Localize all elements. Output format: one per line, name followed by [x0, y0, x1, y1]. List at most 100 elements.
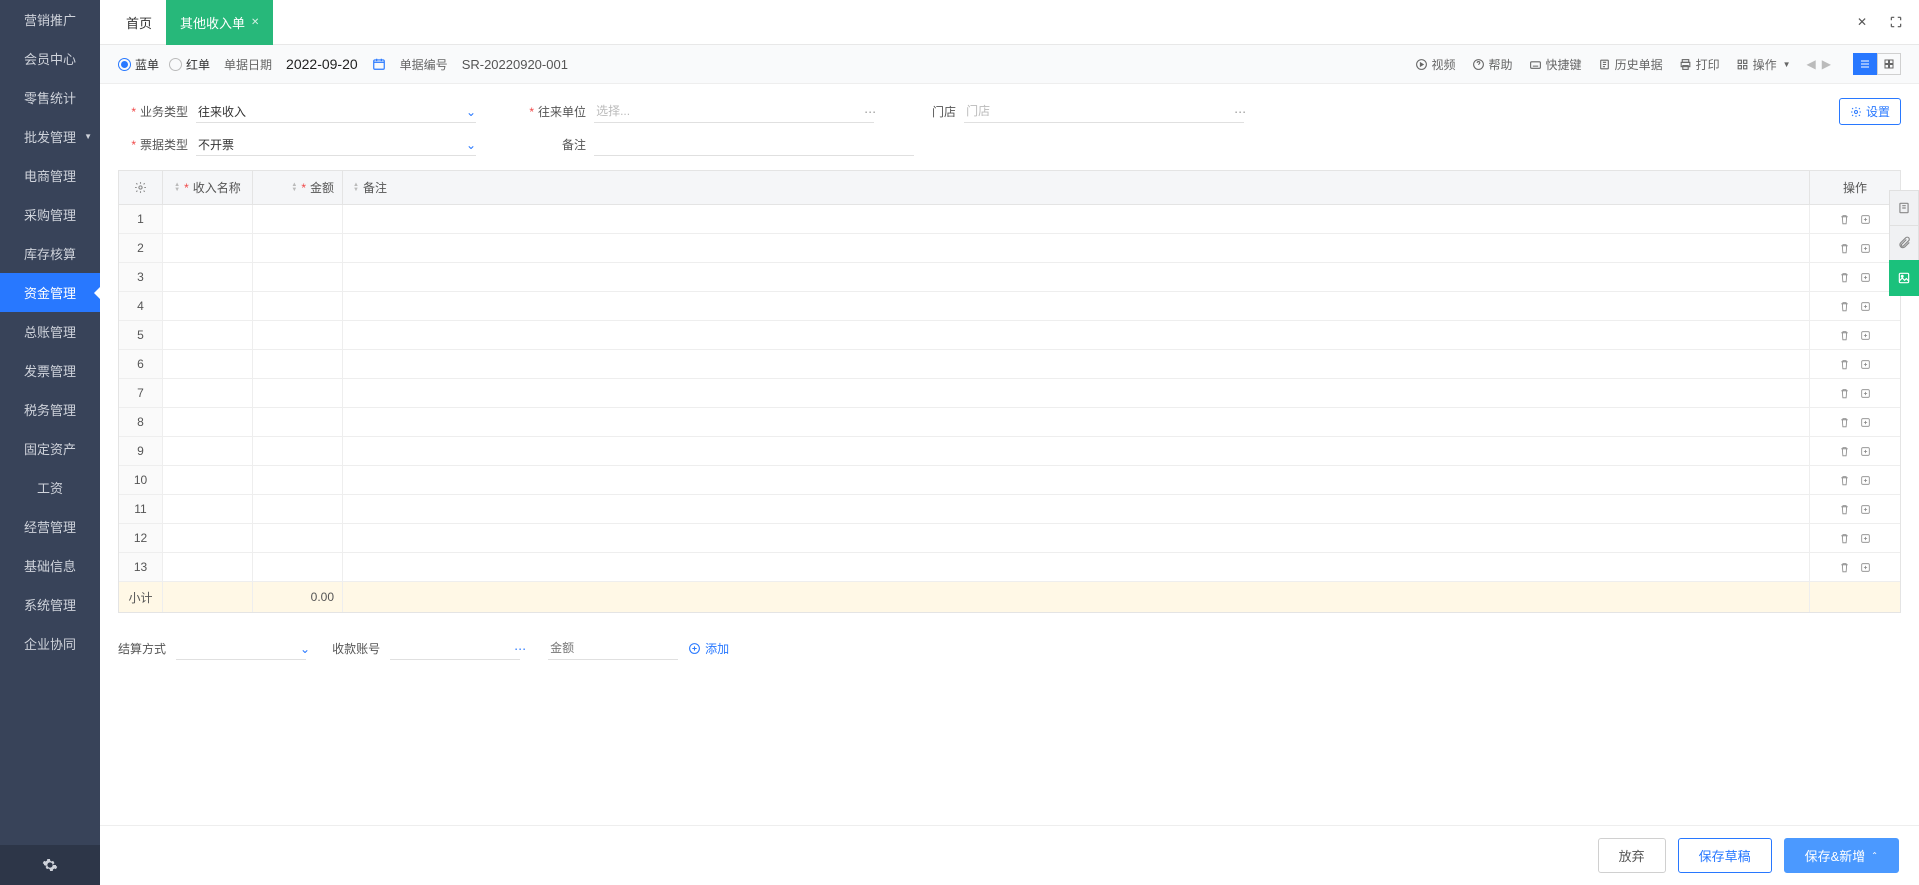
- toolbar-help[interactable]: 帮助: [1472, 56, 1513, 73]
- toolbar-shortcut[interactable]: 快捷键: [1529, 56, 1582, 73]
- delete-icon[interactable]: [1838, 474, 1851, 487]
- settle-method-input[interactable]: [176, 637, 306, 660]
- delete-icon[interactable]: [1838, 358, 1851, 371]
- sidebar-settings[interactable]: [0, 845, 100, 885]
- tab-home[interactable]: 首页: [112, 0, 166, 45]
- store-input[interactable]: [964, 100, 1244, 123]
- cell-amount[interactable]: [253, 408, 343, 436]
- cell-remark[interactable]: [343, 408, 1810, 436]
- cell-amount[interactable]: [253, 437, 343, 465]
- biz-type-input[interactable]: [196, 100, 476, 123]
- cell-name[interactable]: [163, 466, 253, 494]
- sidebar-item[interactable]: 零售统计: [0, 78, 100, 117]
- delete-icon[interactable]: [1838, 387, 1851, 400]
- tab-other-income[interactable]: 其他收入单 ✕: [166, 0, 273, 45]
- cell-remark[interactable]: [343, 292, 1810, 320]
- discard-button[interactable]: 放弃: [1598, 838, 1666, 873]
- view-grid-icon[interactable]: [1877, 53, 1901, 75]
- toolbar-video[interactable]: 视频: [1415, 56, 1456, 73]
- cell-amount[interactable]: [253, 321, 343, 349]
- cell-remark[interactable]: [343, 234, 1810, 262]
- delete-icon[interactable]: [1838, 271, 1851, 284]
- delete-icon[interactable]: [1838, 300, 1851, 313]
- cell-remark[interactable]: [343, 205, 1810, 233]
- add-row-icon[interactable]: [1859, 329, 1872, 342]
- table-row[interactable]: 10: [119, 466, 1900, 495]
- sidebar-item[interactable]: 资金管理: [0, 273, 100, 312]
- cell-amount[interactable]: [253, 495, 343, 523]
- sidebar-item[interactable]: 系统管理: [0, 585, 100, 624]
- sidebar-item[interactable]: 电商管理: [0, 156, 100, 195]
- cell-remark[interactable]: [343, 495, 1810, 523]
- cell-name[interactable]: [163, 350, 253, 378]
- col-amount[interactable]: ▲▼金额: [253, 171, 343, 204]
- add-row-icon[interactable]: [1859, 387, 1872, 400]
- sidebar-item[interactable]: 批发管理: [0, 117, 100, 156]
- col-remark[interactable]: ▲▼备注: [343, 171, 1810, 204]
- remark-input[interactable]: [594, 133, 914, 156]
- party-input[interactable]: [594, 100, 874, 123]
- nav-prev-icon[interactable]: ◀: [1807, 57, 1816, 71]
- table-settings-icon[interactable]: [119, 171, 163, 204]
- cell-remark[interactable]: [343, 466, 1810, 494]
- radio-red[interactable]: 红单: [169, 56, 210, 73]
- table-row[interactable]: 8: [119, 408, 1900, 437]
- add-row-icon[interactable]: [1859, 503, 1872, 516]
- sidebar-item[interactable]: 工资: [0, 468, 100, 507]
- radio-blue[interactable]: 蓝单: [118, 56, 159, 73]
- toolbar-history[interactable]: 历史单据: [1598, 56, 1663, 73]
- col-income-name[interactable]: ▲▼收入名称: [163, 171, 253, 204]
- sidebar-item[interactable]: 营销推广: [0, 0, 100, 39]
- sidebar-item[interactable]: 总账管理: [0, 312, 100, 351]
- add-settlement-button[interactable]: 添加: [688, 640, 729, 657]
- side-image-icon[interactable]: [1889, 260, 1919, 296]
- more-icon[interactable]: ⋯: [864, 105, 876, 119]
- cell-remark[interactable]: [343, 553, 1810, 581]
- more-icon[interactable]: ⋯: [514, 642, 526, 656]
- add-row-icon[interactable]: [1859, 213, 1872, 226]
- sidebar-item[interactable]: 库存核算: [0, 234, 100, 273]
- cell-remark[interactable]: [343, 263, 1810, 291]
- cell-name[interactable]: [163, 321, 253, 349]
- table-row[interactable]: 6: [119, 350, 1900, 379]
- invoice-input[interactable]: [196, 133, 476, 156]
- cell-amount[interactable]: [253, 263, 343, 291]
- sidebar-item[interactable]: 会员中心: [0, 39, 100, 78]
- add-row-icon[interactable]: [1859, 532, 1872, 545]
- add-row-icon[interactable]: [1859, 445, 1872, 458]
- date-value[interactable]: 2022-09-20: [286, 56, 358, 72]
- add-row-icon[interactable]: [1859, 242, 1872, 255]
- cell-name[interactable]: [163, 495, 253, 523]
- close-icon[interactable]: ✕: [251, 17, 259, 28]
- more-icon[interactable]: ⋯: [1234, 105, 1246, 119]
- cell-name[interactable]: [163, 292, 253, 320]
- cell-amount[interactable]: [253, 205, 343, 233]
- sidebar-item[interactable]: 发票管理: [0, 351, 100, 390]
- sidebar-item[interactable]: 税务管理: [0, 390, 100, 429]
- side-attach-icon[interactable]: [1889, 225, 1919, 261]
- cell-name[interactable]: [163, 205, 253, 233]
- save-new-button[interactable]: 保存&新增⌃: [1784, 838, 1899, 873]
- table-row[interactable]: 9: [119, 437, 1900, 466]
- table-row[interactable]: 7: [119, 379, 1900, 408]
- table-row[interactable]: 2: [119, 234, 1900, 263]
- cell-remark[interactable]: [343, 350, 1810, 378]
- add-row-icon[interactable]: [1859, 474, 1872, 487]
- fullscreen-icon[interactable]: [1885, 11, 1907, 33]
- calendar-icon[interactable]: [372, 57, 386, 71]
- delete-icon[interactable]: [1838, 416, 1851, 429]
- add-row-icon[interactable]: [1859, 271, 1872, 284]
- cell-name[interactable]: [163, 553, 253, 581]
- cell-name[interactable]: [163, 408, 253, 436]
- sidebar-item[interactable]: 固定资产: [0, 429, 100, 468]
- add-row-icon[interactable]: [1859, 300, 1872, 313]
- side-note-icon[interactable]: [1889, 190, 1919, 226]
- delete-icon[interactable]: [1838, 213, 1851, 226]
- settings-button[interactable]: 设置: [1839, 98, 1901, 125]
- toolbar-print[interactable]: 打印: [1679, 56, 1720, 73]
- cell-amount[interactable]: [253, 292, 343, 320]
- add-row-icon[interactable]: [1859, 416, 1872, 429]
- save-draft-button[interactable]: 保存草稿: [1678, 838, 1772, 873]
- delete-icon[interactable]: [1838, 561, 1851, 574]
- cell-name[interactable]: [163, 437, 253, 465]
